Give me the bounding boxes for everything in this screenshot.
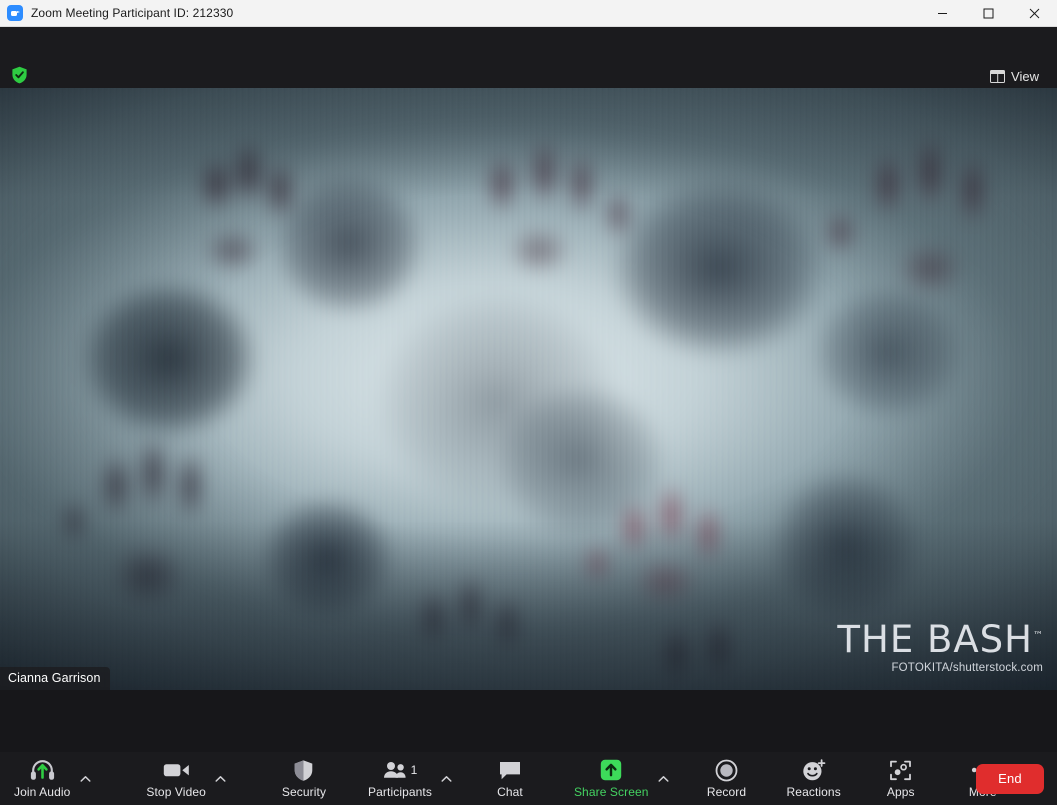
people-icon: 1	[383, 758, 418, 782]
record-button[interactable]: Record	[699, 752, 755, 805]
chevron-up-icon	[658, 775, 669, 782]
record-circle-icon	[715, 758, 738, 782]
stop-video-options-caret[interactable]	[212, 752, 230, 805]
meeting-control-toolbar: Join Audio Stop Video Security 1 Partici…	[0, 752, 1057, 805]
join-audio-group: Join Audio	[8, 752, 94, 805]
window-title-bar: Zoom Meeting Participant ID: 212330	[0, 0, 1057, 27]
maximize-button[interactable]	[965, 0, 1011, 27]
participants-count: 1	[410, 763, 418, 777]
share-screen-group: Share Screen	[568, 752, 673, 805]
shield-icon	[293, 758, 314, 782]
join-audio-label: Join Audio	[14, 785, 71, 799]
close-icon	[1029, 8, 1039, 19]
video-vignette	[0, 88, 1057, 690]
participants-group: 1 Participants	[362, 752, 456, 805]
apps-button[interactable]: Apps	[873, 752, 929, 805]
view-button-label: View	[1011, 68, 1039, 84]
join-audio-button[interactable]: Join Audio	[8, 752, 76, 805]
minimize-button[interactable]	[919, 0, 965, 27]
chevron-up-icon	[215, 775, 226, 782]
apps-bracket-icon	[889, 758, 912, 782]
active-speaker-video[interactable]: THE BASH™ FOTOKITA/shutterstock.com Cian…	[0, 88, 1057, 690]
layout-grid-icon	[990, 69, 1006, 83]
stop-video-button[interactable]: Stop Video	[140, 752, 212, 805]
participants-options-caret[interactable]	[438, 752, 456, 805]
zoom-camera-icon	[7, 5, 23, 21]
participants-button[interactable]: 1 Participants	[362, 752, 438, 805]
end-meeting-button[interactable]: End	[976, 763, 1044, 794]
participants-label: Participants	[368, 785, 432, 799]
record-label: Record	[706, 785, 747, 799]
apps-label: Apps	[886, 785, 915, 799]
view-button[interactable]: View	[982, 63, 1047, 89]
chat-label: Chat	[497, 785, 523, 799]
smiley-plus-icon	[802, 758, 826, 782]
share-screen-options-caret[interactable]	[655, 752, 673, 805]
share-screen-up-arrow-icon	[600, 758, 622, 782]
chat-bubble-icon	[498, 758, 522, 782]
title-bar-left: Zoom Meeting Participant ID: 212330	[0, 5, 233, 21]
share-screen-button[interactable]: Share Screen	[568, 752, 655, 805]
join-audio-options-caret[interactable]	[76, 752, 94, 805]
video-stage: THE BASH™ FOTOKITA/shutterstock.com Cian…	[0, 88, 1057, 752]
zoom-meeting-window: Zoom Meeting Participant ID: 212330 View…	[0, 0, 1057, 805]
reactions-label: Reactions	[786, 785, 841, 799]
video-camera-icon	[163, 758, 190, 782]
window-title: Zoom Meeting Participant ID: 212330	[31, 6, 234, 20]
green-shield-check-icon	[12, 66, 27, 84]
close-button[interactable]	[1011, 0, 1057, 27]
security-button[interactable]: Security	[276, 752, 332, 805]
reactions-button[interactable]: Reactions	[781, 752, 847, 805]
stop-video-group: Stop Video	[140, 752, 230, 805]
stop-video-label: Stop Video	[146, 785, 206, 799]
encryption-shield-icon[interactable]	[11, 66, 28, 84]
share-screen-label: Share Screen	[573, 785, 649, 799]
chat-button[interactable]: Chat	[482, 752, 538, 805]
participant-name-label: Cianna Garrison	[0, 667, 110, 690]
headset-join-audio-icon	[30, 758, 55, 782]
chevron-up-icon	[80, 775, 91, 782]
meeting-header-bar: View	[0, 27, 1057, 88]
window-controls	[919, 0, 1057, 26]
minimize-icon	[937, 13, 947, 14]
security-label: Security	[281, 785, 327, 799]
chevron-up-icon	[441, 775, 453, 782]
maximize-icon	[983, 8, 993, 19]
